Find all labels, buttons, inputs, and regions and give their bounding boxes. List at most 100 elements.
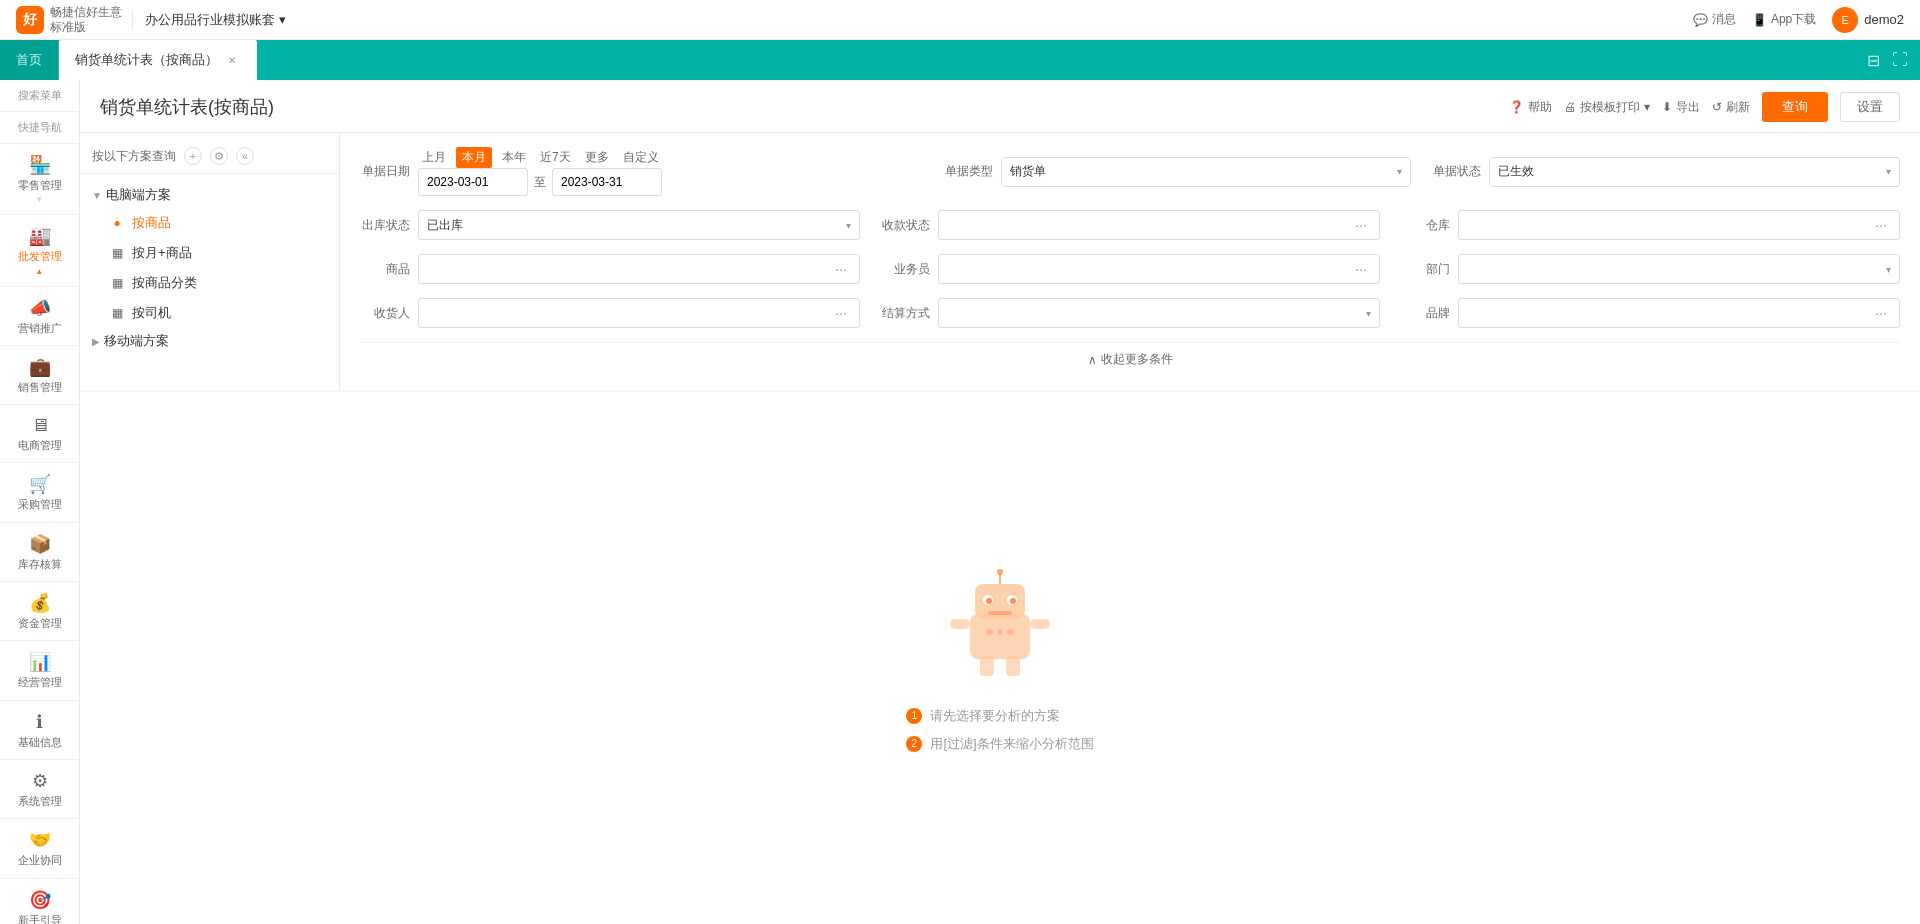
tab-actions: ⊟ ⛶: [1863, 40, 1920, 80]
collapse-bar[interactable]: ∧ 收起更多条件: [360, 342, 1900, 376]
staff-label: 业务员: [880, 261, 930, 278]
app-selector[interactable]: 办公用品行业模拟账套 ▾: [132, 11, 286, 29]
scheme-header: 按以下方案查询 + ⚙ «: [80, 143, 339, 174]
status-value: 已生效: [1498, 163, 1534, 180]
product-ellipsis-icon[interactable]: ···: [831, 261, 851, 277]
scheme-item-by-product[interactable]: ● 按商品: [80, 208, 339, 238]
tab-stats[interactable]: 销货单统计表（按商品） ✕: [59, 40, 257, 80]
svg-point-8: [997, 569, 1003, 575]
scheme-item-by-cashier[interactable]: ▦ 按司机: [80, 298, 339, 328]
page-header: 销货单统计表(按商品) ❓ 帮助 🖨 按模板打印 ▾ ⬇ 导出: [80, 80, 1920, 133]
guide-icon: 🎯: [29, 889, 51, 911]
dept-select[interactable]: ▾: [1458, 254, 1900, 284]
date-from-input[interactable]: [418, 168, 528, 196]
query-button[interactable]: 查询: [1762, 92, 1828, 122]
settlement-label: 结算方式: [880, 305, 930, 322]
sidebar-item-business[interactable]: 📊 经营管理: [0, 641, 79, 700]
warehouse-value: 已出库: [427, 217, 463, 234]
filter-receiver-item: 收货人 ···: [360, 298, 860, 328]
ecommerce-icon: 🖥: [31, 415, 49, 436]
brand-ellipsis-icon[interactable]: ···: [1871, 305, 1891, 321]
sidebar-item-guide[interactable]: 🎯 新手引导: [0, 879, 79, 924]
tab-bar: 首页 销货单统计表（按商品） ✕ ⊟ ⛶: [0, 40, 1920, 80]
date-to-input[interactable]: [552, 168, 662, 196]
sidebar-item-corp[interactable]: 🤝 企业协同: [0, 819, 79, 878]
settings-button[interactable]: 设置: [1840, 92, 1900, 122]
message-action[interactable]: 💬 消息: [1693, 11, 1736, 28]
filter-row-1: 单据日期 上月 本月 本年 近7天 更多 自定义: [360, 147, 1900, 196]
settlement-select[interactable]: ▾: [938, 298, 1380, 328]
scheme-item-by-category[interactable]: ▦ 按商品分类: [80, 268, 339, 298]
print-template-btn[interactable]: 🖨 按模板打印 ▾: [1564, 99, 1650, 116]
receiver-input[interactable]: ···: [418, 298, 860, 328]
payment-status-select[interactable]: ···: [938, 210, 1380, 240]
staff-ellipsis-icon[interactable]: ···: [1351, 261, 1371, 277]
step-2-num: 2: [906, 736, 922, 752]
date-more[interactable]: 更多: [581, 147, 613, 168]
receiver-ellipsis-icon[interactable]: ···: [831, 305, 851, 321]
date-this-month[interactable]: 本月: [456, 147, 492, 168]
sidebar-item-marketing[interactable]: 📣 营销推广: [0, 287, 79, 346]
date-this-year[interactable]: 本年: [498, 147, 530, 168]
date-last-month[interactable]: 上月: [418, 147, 450, 168]
warehouse-dropdown-icon: ▾: [846, 220, 851, 231]
refresh-btn[interactable]: ↺ 刷新: [1712, 99, 1750, 116]
scheme-settings-icon[interactable]: ⚙: [210, 147, 228, 165]
sidebar-search-menu[interactable]: 搜索菜单: [0, 80, 79, 112]
sidebar-item-system[interactable]: ⚙ 系统管理: [0, 760, 79, 819]
sidebar-item-basic[interactable]: ℹ 基础信息: [0, 701, 79, 760]
svg-rect-10: [1030, 619, 1050, 629]
date-custom[interactable]: 自定义: [619, 147, 663, 168]
sidebar-item-purchase[interactable]: 🛒 采购管理: [0, 463, 79, 522]
sidebar-item-sales[interactable]: 💼 销售管理: [0, 346, 79, 405]
app-download-action[interactable]: 📱 App下载: [1752, 11, 1816, 28]
tab-minimize-icon[interactable]: ⊟: [1863, 47, 1884, 74]
home-tab-label: 首页: [16, 51, 42, 69]
scheme-group-pc-header[interactable]: ▼ 电脑端方案: [80, 182, 339, 208]
logo-icon: 好: [16, 6, 44, 34]
sidebar-item-retail[interactable]: 🏪 零售管理 ▾: [0, 144, 79, 215]
sidebar-item-wholesale[interactable]: 🏭 批发管理 ▴: [0, 215, 79, 286]
scheme-collapse-icon[interactable]: «: [236, 147, 254, 165]
warehouse-select[interactable]: 已出库 ▾: [418, 210, 860, 240]
brand-input[interactable]: ···: [1458, 298, 1900, 328]
filter-payment-status-item: 收款状态 ···: [880, 210, 1380, 240]
svg-rect-12: [1006, 656, 1020, 676]
brand-label: 品牌: [1400, 305, 1450, 322]
page-title: 销货单统计表(按商品): [100, 95, 274, 119]
refresh-icon: ↺: [1712, 100, 1722, 114]
tab-home[interactable]: 首页: [0, 40, 59, 80]
sidebar-quick-nav[interactable]: 快捷导航: [0, 112, 79, 144]
type-label: 单据类型: [943, 163, 993, 180]
type-select[interactable]: 销货单 ▾: [1001, 157, 1412, 187]
product-input[interactable]: ···: [418, 254, 860, 284]
finance-icon: 💰: [29, 592, 51, 614]
system-icon: ⚙: [32, 770, 48, 792]
export-btn[interactable]: ⬇ 导出: [1662, 99, 1700, 116]
sales-icon: 💼: [29, 356, 51, 378]
tab-close-icon[interactable]: ✕: [224, 52, 240, 68]
sidebar-item-finance[interactable]: 💰 资金管理: [0, 582, 79, 641]
marketing-icon: 📣: [29, 297, 51, 319]
type-dropdown-icon: ▾: [1397, 166, 1402, 177]
status-select[interactable]: 已生效 ▾: [1489, 157, 1900, 187]
payment-ellipsis-icon[interactable]: ···: [1351, 217, 1371, 233]
group-arrow-icon: ▼: [92, 190, 102, 201]
message-icon: 💬: [1693, 13, 1708, 27]
download-icon: 📱: [1752, 13, 1767, 27]
storage-input[interactable]: ···: [1458, 210, 1900, 240]
scheme-add-icon[interactable]: +: [184, 147, 202, 165]
svg-point-4: [986, 598, 992, 604]
scheme-item-by-month-product[interactable]: ▦ 按月+商品: [80, 238, 339, 268]
sidebar-item-inventory[interactable]: 📦 库存核算: [0, 523, 79, 582]
sidebar-item-ecommerce[interactable]: 🖥 电商管理: [0, 405, 79, 463]
orange-circle-icon: ●: [108, 216, 126, 230]
print-icon: 🖨: [1564, 100, 1576, 114]
scheme-group-mobile-header[interactable]: ▶ 移动端方案: [80, 328, 339, 354]
tab-expand-icon[interactable]: ⛶: [1888, 47, 1912, 73]
date-last-7days[interactable]: 近7天: [536, 147, 575, 168]
user-area[interactable]: E demo2: [1832, 7, 1904, 33]
help-btn[interactable]: ❓ 帮助: [1509, 99, 1552, 116]
filter-row-3: 商品 ··· 业务员 ···: [360, 254, 1900, 284]
staff-input[interactable]: ···: [938, 254, 1380, 284]
